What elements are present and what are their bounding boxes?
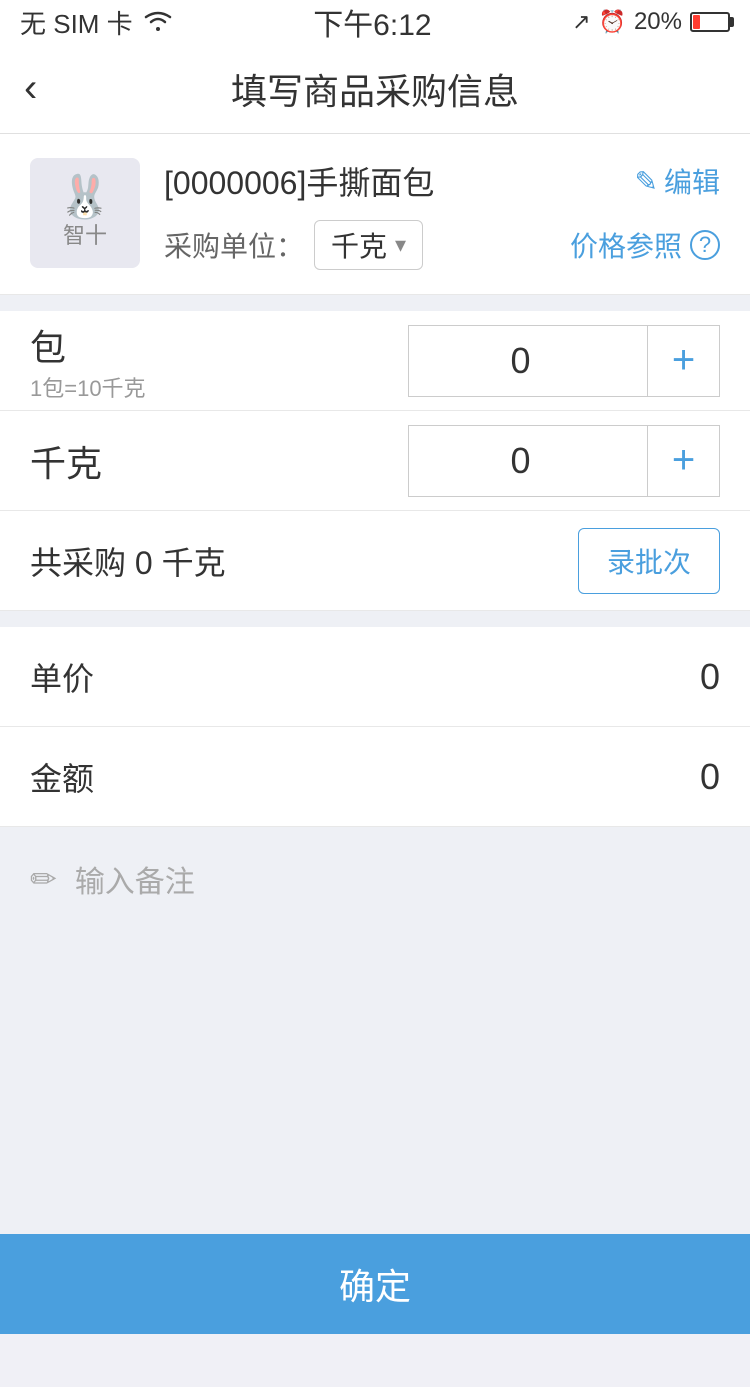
- summary-text: 共采购 0 千克: [30, 538, 226, 584]
- status-bar: 无 SIM 卡 下午6:12 ↗ ⏰ 20%: [0, 0, 750, 44]
- back-button[interactable]: ‹: [24, 66, 37, 111]
- nav-bar: ‹ 填写商品采购信息: [0, 44, 750, 134]
- kg-plus-button[interactable]: +: [648, 425, 720, 497]
- price-row: 单价 0: [0, 627, 750, 727]
- product-name: [0000006]手撕面包: [164, 158, 434, 204]
- owl-icon: 🐰: [59, 176, 111, 218]
- remark-inner: ✏ 输入备注: [30, 857, 720, 901]
- unit-value: 千克: [331, 225, 387, 265]
- amount-value: 0: [700, 756, 720, 798]
- bag-label-group: 包 1包=10千克: [30, 319, 150, 403]
- batch-button[interactable]: 录批次: [578, 528, 720, 594]
- product-thumbnail: 🐰 智十: [30, 158, 140, 268]
- confirm-bar[interactable]: 确定: [0, 1234, 750, 1334]
- edit-icon: ✎: [635, 165, 658, 198]
- battery-icon: [690, 12, 730, 32]
- unit-label: 采购单位：: [164, 225, 304, 265]
- product-card: 🐰 智十 [0000006]手撕面包 ✎ 编辑 采购单位： 千克 ▾: [0, 134, 750, 295]
- bag-label: 包: [30, 319, 150, 371]
- kg-label: 千克: [30, 435, 150, 487]
- summary-row: 共采购 0 千克 录批次: [0, 511, 750, 611]
- input-section: 包 1包=10千克 + 千克 +: [0, 311, 750, 511]
- remark-section[interactable]: ✏ 输入备注: [0, 827, 750, 1007]
- unit-dropdown[interactable]: 千克 ▾: [314, 220, 423, 270]
- price-ref-label: 价格参照: [570, 225, 682, 265]
- remark-placeholder: 输入备注: [75, 857, 195, 901]
- status-time: 下午6:12: [313, 0, 431, 44]
- bag-field-group: +: [408, 325, 720, 397]
- bag-sublabel: 1包=10千克: [30, 371, 150, 403]
- owl-label: 智十: [63, 218, 107, 250]
- bag-input[interactable]: [408, 325, 648, 397]
- kg-label-group: 千克: [30, 435, 150, 487]
- kg-input[interactable]: [408, 425, 648, 497]
- price-ref-button[interactable]: 价格参照 ?: [570, 225, 720, 265]
- edit-label: 编辑: [664, 161, 720, 201]
- alarm-icon: ⏰: [599, 9, 626, 35]
- bag-input-row: 包 1包=10千克 +: [0, 311, 750, 411]
- section-divider-2: [0, 611, 750, 627]
- value-section: 单价 0 金额 0: [0, 627, 750, 827]
- chevron-down-icon: ▾: [395, 232, 406, 258]
- kg-field-group: +: [408, 425, 720, 497]
- product-name-row: [0000006]手撕面包 ✎ 编辑: [164, 158, 720, 204]
- status-right: ↗ ⏰ 20%: [572, 8, 730, 36]
- status-left: 无 SIM 卡: [20, 4, 173, 41]
- price-label: 单价: [30, 654, 94, 700]
- carrier-text: 无 SIM 卡: [20, 4, 133, 41]
- price-value: 0: [700, 656, 720, 698]
- confirm-label: 确定: [339, 1258, 411, 1310]
- wifi-icon: [143, 7, 173, 38]
- unit-selector-group: 采购单位： 千克 ▾: [164, 220, 423, 270]
- info-icon: ?: [690, 230, 720, 260]
- amount-row: 金额 0: [0, 727, 750, 827]
- kg-input-row: 千克 +: [0, 411, 750, 511]
- page-title: 填写商品采购信息: [231, 63, 519, 115]
- product-unit-row: 采购单位： 千克 ▾ 价格参照 ?: [164, 220, 720, 270]
- amount-label: 金额: [30, 754, 94, 800]
- battery-text: 20%: [634, 8, 682, 36]
- edit-button[interactable]: ✎ 编辑: [635, 161, 720, 201]
- location-icon: ↗: [572, 9, 590, 35]
- pencil-icon: ✏: [30, 860, 57, 898]
- section-divider-1: [0, 295, 750, 311]
- bag-plus-button[interactable]: +: [648, 325, 720, 397]
- product-info: [0000006]手撕面包 ✎ 编辑 采购单位： 千克 ▾ 价格参照 ?: [164, 158, 720, 270]
